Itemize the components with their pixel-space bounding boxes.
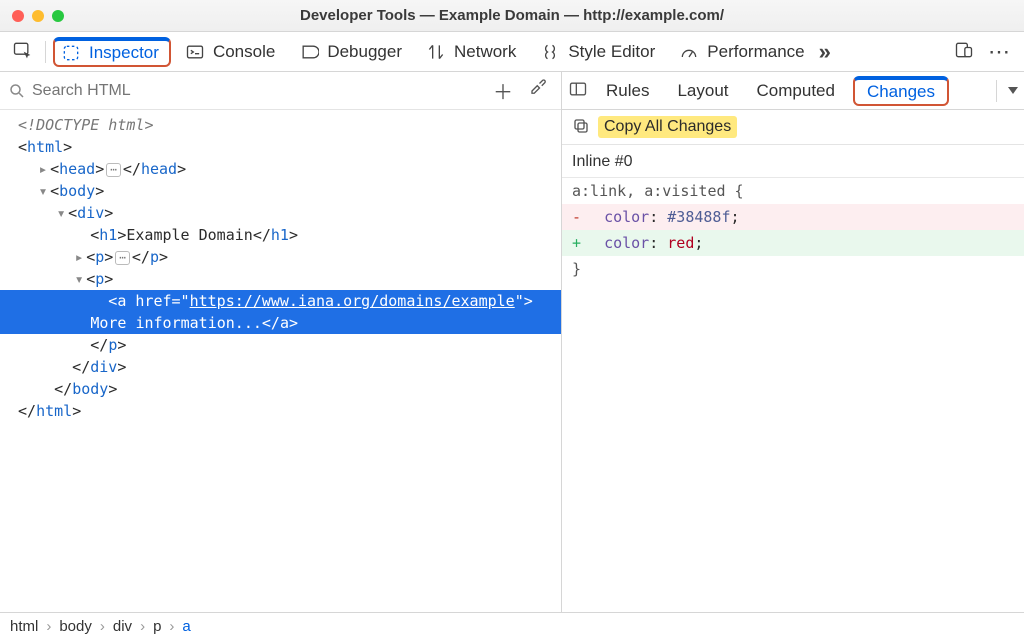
tab-inspector-label: Inspector <box>89 43 159 63</box>
search-row <box>0 72 561 110</box>
crumb-div[interactable]: div <box>113 618 132 635</box>
separator <box>996 80 997 102</box>
tab-style-editor-label: Style Editor <box>568 42 655 62</box>
element-picker-button[interactable] <box>6 36 38 67</box>
toggle-3pane-button[interactable] <box>568 79 588 102</box>
copy-all-changes-button[interactable]: Copy All Changes <box>598 116 737 138</box>
devtools-menu-button[interactable]: ⋯ <box>988 39 1012 65</box>
diff-added-line: + color: red; <box>562 230 1024 256</box>
copy-icon <box>572 117 590 138</box>
side-tabs: Rules Layout Computed Changes <box>562 72 1024 110</box>
workspace: <!<!DOCTYPE html>DOCTYPE html> <html> ▸<… <box>0 72 1024 612</box>
titlebar: Developer Tools — Example Domain — http:… <box>0 0 1024 32</box>
twisty-icon[interactable]: ▾ <box>36 180 50 202</box>
twisty-icon[interactable]: ▸ <box>72 246 86 268</box>
sidetab-layout[interactable]: Layout <box>667 77 738 105</box>
selected-node[interactable]: <a href="https://www.iana.org/domains/ex… <box>0 290 561 334</box>
tab-console-label: Console <box>213 42 275 62</box>
tab-inspector[interactable]: Inspector <box>53 37 171 67</box>
chevron-right-icon: › <box>169 618 174 635</box>
chevron-right-icon: › <box>46 618 51 635</box>
sidetab-rules[interactable]: Rules <box>596 77 659 105</box>
search-icon <box>8 82 26 100</box>
tab-style-editor[interactable]: Style Editor <box>530 38 665 66</box>
crumb-body[interactable]: body <box>59 618 92 635</box>
separator <box>45 41 46 63</box>
diff-removed-line: - color: #38488f; <box>562 204 1024 230</box>
zoom-window-icon[interactable] <box>52 10 64 22</box>
ellipsis-icon[interactable]: ⋯ <box>106 163 121 177</box>
tab-network-label: Network <box>454 42 516 62</box>
twisty-icon[interactable]: ▸ <box>36 158 50 180</box>
overflow-sidetabs-button[interactable] <box>1008 87 1018 94</box>
markup-tree[interactable]: <!<!DOCTYPE html>DOCTYPE html> <html> ▸<… <box>0 110 561 612</box>
tab-debugger-label: Debugger <box>327 42 402 62</box>
window-title: Developer Tools — Example Domain — http:… <box>80 7 1024 24</box>
ellipsis-icon[interactable]: ⋯ <box>115 251 130 265</box>
search-html-input[interactable] <box>32 82 487 100</box>
tab-network[interactable]: Network <box>416 38 526 66</box>
overflow-tabs-button[interactable]: » <box>819 39 827 65</box>
breadcrumbs: html › body › div › p › a <box>0 612 1024 640</box>
crumb-p[interactable]: p <box>153 618 161 635</box>
side-pane: Rules Layout Computed Changes Copy All C… <box>562 72 1024 612</box>
devtools-toolbar: Inspector Console Debugger Network Style… <box>0 32 1024 72</box>
tab-console[interactable]: Console <box>175 38 285 66</box>
tab-performance[interactable]: Performance <box>669 38 814 66</box>
add-node-button[interactable] <box>493 76 513 105</box>
responsive-design-button[interactable] <box>954 40 974 63</box>
crumb-a[interactable]: a <box>182 618 190 635</box>
tab-debugger[interactable]: Debugger <box>289 38 412 66</box>
tab-performance-label: Performance <box>707 42 804 62</box>
twisty-icon[interactable]: ▾ <box>54 202 68 224</box>
changes-diff: a:link, a:visited { - color: #38488f; + … <box>562 178 1024 282</box>
minimize-window-icon[interactable] <box>32 10 44 22</box>
twisty-icon[interactable]: ▾ <box>72 268 86 290</box>
chevron-right-icon: › <box>140 618 145 635</box>
close-window-icon[interactable] <box>12 10 24 22</box>
crumb-html[interactable]: html <box>10 618 38 635</box>
chevron-right-icon: › <box>100 618 105 635</box>
changes-source-label: Inline #0 <box>562 145 1024 178</box>
sidetab-changes[interactable]: Changes <box>853 76 949 106</box>
window-controls <box>0 10 80 22</box>
markup-pane: <!<!DOCTYPE html>DOCTYPE html> <html> ▸<… <box>0 72 562 612</box>
diff-close-brace: } <box>562 256 1024 282</box>
sidetab-computed[interactable]: Computed <box>747 77 845 105</box>
diff-selector: a:link, a:visited { <box>562 178 1024 204</box>
eyedropper-button[interactable] <box>529 76 547 105</box>
copy-changes-row: Copy All Changes <box>562 110 1024 145</box>
